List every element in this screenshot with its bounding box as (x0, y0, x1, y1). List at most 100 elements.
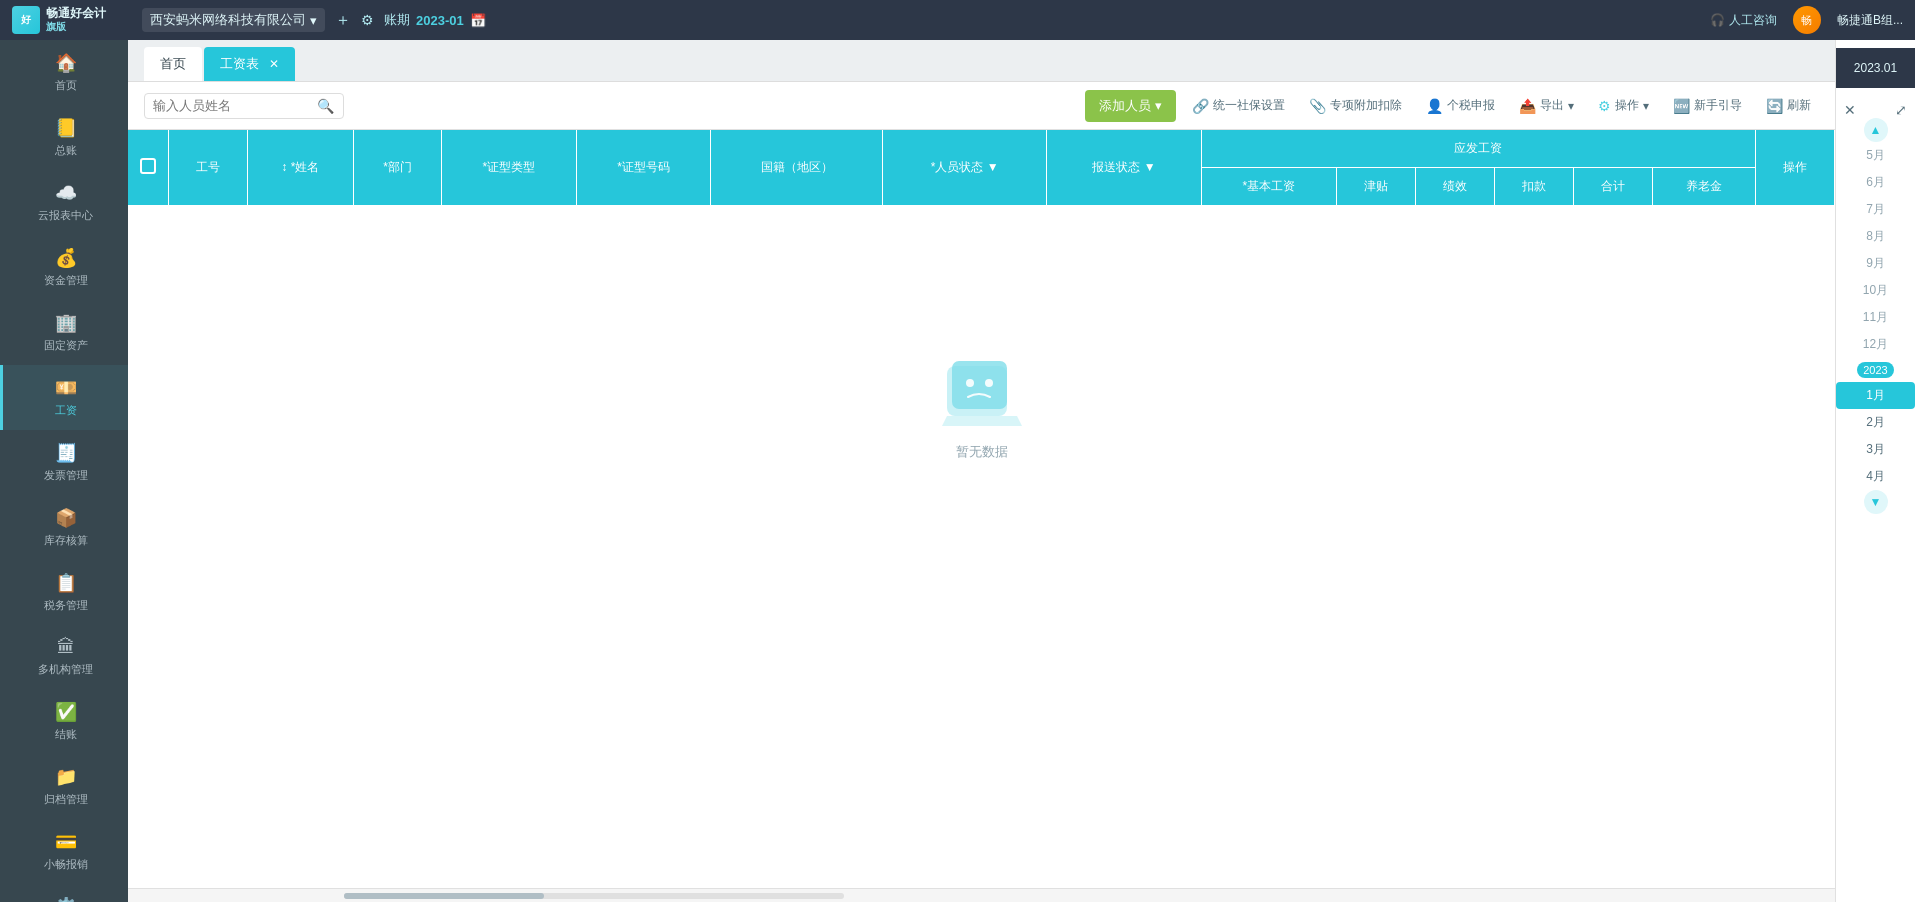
newbie-icon: 🆕 (1673, 98, 1690, 114)
sidebar: 🏠 首页 📒 总账 ☁️ 云报表中心 💰 资金管理 🏢 固定资产 💴 工资 🧾 … (0, 40, 128, 902)
search-wrapper[interactable]: 🔍 (144, 93, 344, 119)
th-operations: 操作 (1755, 130, 1834, 205)
tab-bar: 首页 工资表 ✕ (128, 40, 1835, 82)
sidebar-item-funds[interactable]: 💰 资金管理 (0, 235, 128, 300)
th-allowance: 津贴 (1336, 168, 1415, 206)
month-item-aug[interactable]: 8月 (1836, 223, 1915, 250)
month-item-nov[interactable]: 11月 (1836, 304, 1915, 331)
company-selector[interactable]: 西安蚂米网络科技有限公司 ▾ (142, 8, 325, 32)
th-total: 合计 (1574, 168, 1653, 206)
svg-marker-4 (942, 416, 1022, 426)
tax-filing-btn[interactable]: 👤 个税申报 (1418, 93, 1503, 118)
sidebar-item-multi-org[interactable]: 🏛 多机构管理 (0, 625, 128, 689)
scrollbar-thumb[interactable] (344, 893, 544, 899)
search-input[interactable] (153, 98, 313, 113)
refresh-btn[interactable]: 🔄 刷新 (1758, 93, 1819, 118)
ledger-icon: 📒 (55, 117, 77, 139)
settings-nav-icon: ⚙️ (55, 896, 77, 902)
scrollbar-area (128, 888, 1835, 902)
sidebar-item-fixed-assets[interactable]: 🏢 固定资产 (0, 300, 128, 365)
month-item-oct[interactable]: 10月 (1836, 277, 1915, 304)
th-report-status[interactable]: 报送状态 ▼ (1047, 130, 1202, 205)
th-cert-type: *证型类型 (442, 130, 577, 205)
salary-icon: 💴 (55, 377, 77, 399)
invoice-icon: 🧾 (55, 442, 77, 464)
th-name[interactable]: ↕ *姓名 (247, 130, 353, 205)
month-item-apr[interactable]: 4月 (1836, 463, 1915, 490)
right-panel: 2023.01 ✕ ⤢ ▲ 5月 6月 7月 8月 9月 10月 11月 12月… (1835, 40, 1915, 902)
sidebar-item-home[interactable]: 🏠 首页 (0, 40, 128, 105)
tab-salary-table[interactable]: 工资表 ✕ (204, 47, 295, 81)
date-up-button[interactable]: ▲ (1864, 118, 1888, 142)
close-account-icon: ✅ (55, 701, 77, 723)
chevron-down-icon: ▾ (1568, 99, 1574, 113)
headset-icon: 🎧 (1710, 13, 1725, 27)
cloud-icon: ☁️ (55, 182, 77, 204)
empty-icon (932, 351, 1032, 431)
settings-icon[interactable]: ⚙ (361, 12, 374, 28)
logo-area: 好 畅通好会计 旗版 (12, 6, 132, 34)
export-btn[interactable]: 📤 导出 ▾ (1511, 93, 1582, 118)
th-deduction: 扣款 (1494, 168, 1573, 206)
th-performance: 绩效 (1415, 168, 1494, 206)
sidebar-item-invoice[interactable]: 🧾 发票管理 (0, 430, 128, 495)
month-item-feb[interactable]: 2月 (1836, 409, 1915, 436)
month-item-jan[interactable]: 1月 (1836, 382, 1915, 409)
calendar-icon[interactable]: 📅 (470, 13, 486, 28)
sidebar-item-archive[interactable]: 📁 归档管理 (0, 754, 128, 819)
chevron-down-icon: ▾ (1155, 98, 1162, 113)
tab-home[interactable]: 首页 (144, 47, 202, 81)
select-all-th[interactable] (128, 130, 168, 205)
assets-icon: 🏢 (55, 312, 77, 334)
svg-rect-1 (952, 361, 1007, 409)
table-wrapper[interactable]: 工号 ↕ *姓名 *部门 *证型类型 *证型号码 国籍（地区） *人员状态 ▼ … (128, 130, 1835, 888)
expand-panel-icon[interactable]: ⤢ (1895, 102, 1907, 118)
sidebar-item-cloud-report[interactable]: ☁️ 云报表中心 (0, 170, 128, 235)
th-cert-num: *证型号码 (576, 130, 711, 205)
sidebar-item-settings[interactable]: ⚙️ 基础设置 (0, 884, 128, 902)
close-panel-icon[interactable]: ✕ (1844, 102, 1856, 118)
refresh-icon: 🔄 (1766, 98, 1783, 114)
th-person-status[interactable]: *人员状态 ▼ (883, 130, 1047, 205)
data-table: 工号 ↕ *姓名 *部门 *证型类型 *证型号码 国籍（地区） *人员状态 ▼ … (128, 130, 1835, 206)
inventory-icon: 📦 (55, 507, 77, 529)
sidebar-item-ledger[interactable]: 📒 总账 (0, 105, 128, 170)
archive-icon: 📁 (55, 766, 77, 788)
tab-close-btn[interactable]: ✕ (269, 57, 279, 71)
sidebar-item-salary[interactable]: 💴 工资 (0, 365, 128, 430)
tax-filing-icon: 👤 (1426, 98, 1443, 114)
expense-icon: 💳 (55, 831, 77, 853)
human-service-btn[interactable]: 🎧 人工咨询 (1710, 12, 1777, 29)
select-all-checkbox[interactable] (140, 158, 156, 174)
tax-icon: 📋 (55, 572, 77, 594)
scrollbar-track[interactable] (344, 893, 844, 899)
avatar[interactable]: 畅 (1793, 6, 1821, 34)
social-security-btn[interactable]: 🔗 统一社保设置 (1184, 93, 1293, 118)
sidebar-item-inventory[interactable]: 📦 库存核算 (0, 495, 128, 560)
sidebar-item-close-account[interactable]: ✅ 结账 (0, 689, 128, 754)
th-number: 工号 (168, 130, 247, 205)
year-badge: 2023 (1857, 362, 1893, 378)
special-deduction-btn[interactable]: 📎 专项附加扣除 (1301, 93, 1410, 118)
export-icon: 📤 (1519, 98, 1536, 114)
sidebar-item-expense[interactable]: 💳 小畅报销 (0, 819, 128, 884)
table-header-row: 工号 ↕ *姓名 *部门 *证型类型 *证型号码 国籍（地区） *人员状态 ▼ … (128, 130, 1835, 168)
month-item-jun[interactable]: 6月 (1836, 169, 1915, 196)
date-down-button[interactable]: ▼ (1864, 490, 1888, 514)
add-person-button[interactable]: 添加人员 ▾ (1085, 90, 1176, 122)
month-item-sep[interactable]: 9月 (1836, 250, 1915, 277)
content-area: 首页 工资表 ✕ 🔍 添加人员 ▾ 🔗 统一社保设置 📎 (128, 40, 1835, 902)
th-dept: *部门 (353, 130, 441, 205)
search-icon: 🔍 (317, 98, 334, 114)
newbie-guide-btn[interactable]: 🆕 新手引导 (1665, 93, 1750, 118)
chevron-down-icon: ▾ (310, 13, 317, 28)
month-item-mar[interactable]: 3月 (1836, 436, 1915, 463)
add-icon[interactable]: ＋ (335, 10, 351, 31)
month-item-jul[interactable]: 7月 (1836, 196, 1915, 223)
right-panel-top: 2023.01 (1836, 48, 1915, 88)
sidebar-item-tax[interactable]: 📋 税务管理 (0, 560, 128, 625)
toolbar: 🔍 添加人员 ▾ 🔗 统一社保设置 📎 专项附加扣除 👤 个税申报 📤 导出 (128, 82, 1835, 130)
month-item-dec[interactable]: 12月 (1836, 331, 1915, 358)
operations-btn[interactable]: ⚙ 操作 ▾ (1590, 93, 1657, 118)
month-item-may[interactable]: 5月 (1836, 142, 1915, 169)
